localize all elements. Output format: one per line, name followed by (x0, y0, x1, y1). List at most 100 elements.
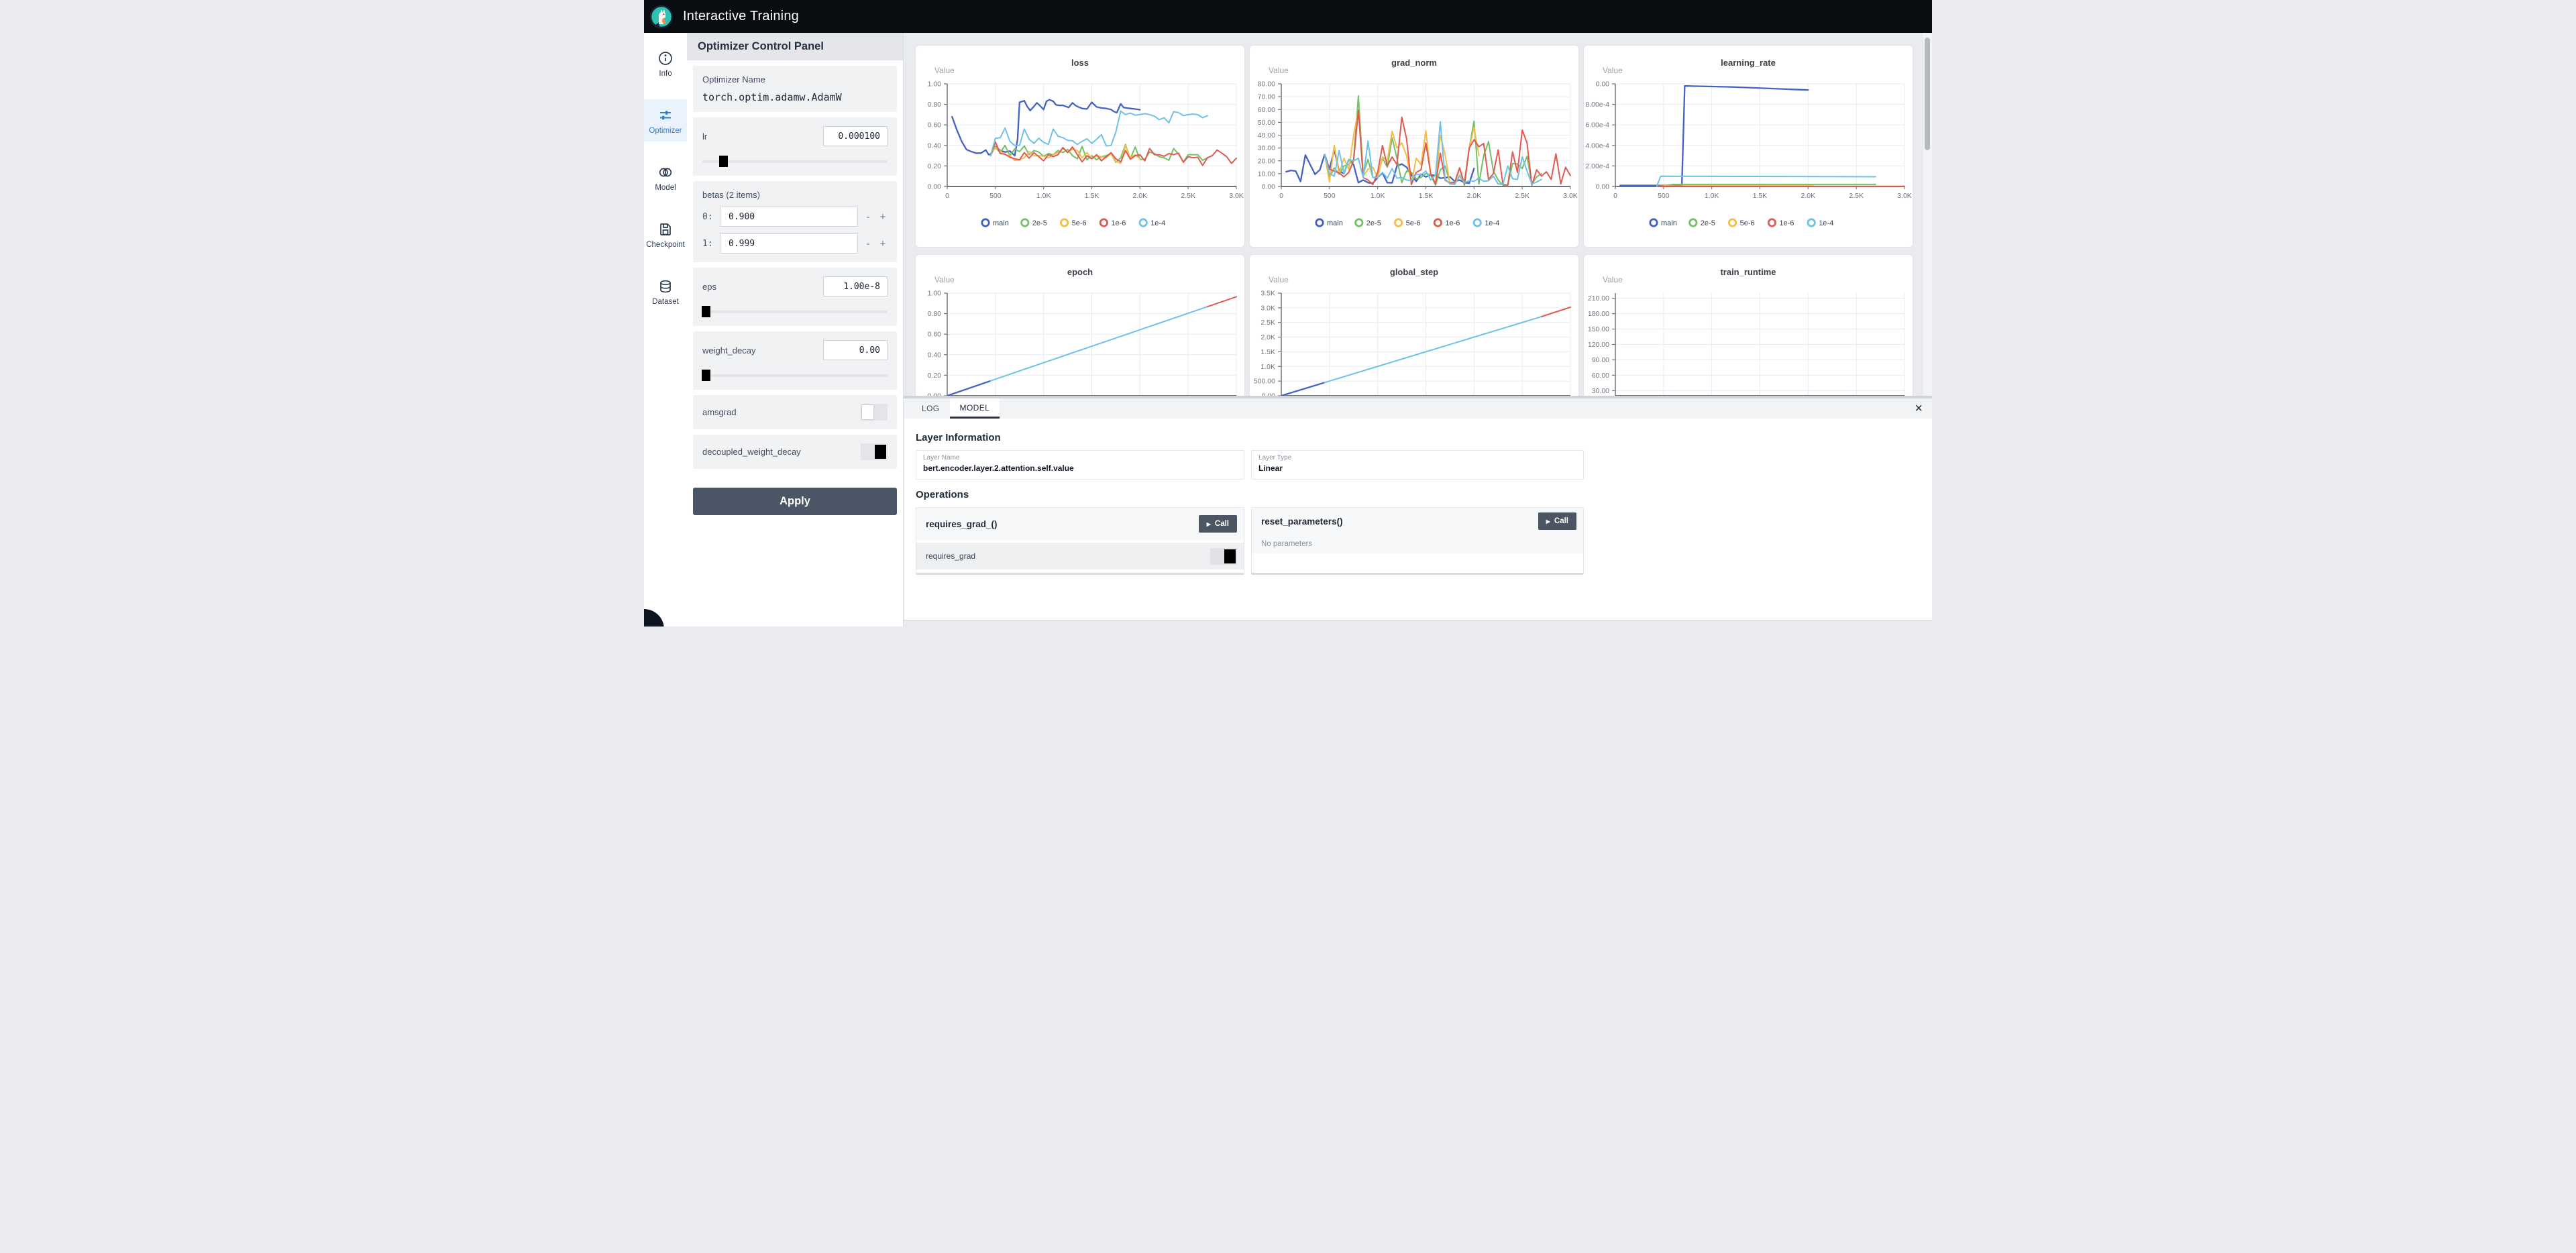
legend-item-main[interactable]: main (981, 218, 1009, 227)
sidebar-item-optimizer[interactable]: Optimizer (644, 99, 687, 142)
optimizer-name-value: torch.optim.adamw.AdamW (702, 91, 842, 103)
svg-text:2.5K: 2.5K (1849, 192, 1864, 200)
beta-1-decrement-button[interactable]: - (863, 238, 873, 250)
svg-text:60.00: 60.00 (1592, 372, 1609, 380)
svg-text:2.0K: 2.0K (1260, 333, 1275, 341)
svg-text:0.00: 0.00 (1596, 183, 1610, 191)
svg-text:1e-6: 1e-6 (1111, 219, 1126, 227)
lr-label: lr (702, 131, 708, 142)
legend-item-main[interactable]: main (1315, 218, 1343, 227)
lr-slider[interactable] (702, 156, 888, 167)
operation-name: reset_parameters() (1261, 516, 1343, 527)
svg-text:8.00e-4: 8.00e-4 (1585, 101, 1609, 109)
beta-1-increment-button[interactable]: + (878, 238, 888, 250)
vertical-scrollbar[interactable] (1922, 33, 1932, 396)
svg-text:50.00: 50.00 (1258, 119, 1275, 127)
decoupled-weight-decay-toggle[interactable] (861, 443, 888, 460)
svg-text:train_runtime: train_runtime (1720, 267, 1776, 277)
slider-thumb[interactable] (702, 306, 711, 317)
weight-decay-slider[interactable] (702, 370, 888, 381)
series-main (947, 380, 991, 396)
slider-thumb[interactable] (718, 156, 728, 167)
optimizer-name-group: Optimizer Name torch.optim.adamw.AdamW (693, 66, 897, 112)
sidebar-item-label: Model (655, 184, 676, 192)
requires-grad-toggle[interactable] (1210, 547, 1237, 565)
nav-rail: Info Optimizer Model Checkpoint Dataset (644, 33, 688, 626)
svg-text:epoch: epoch (1067, 267, 1093, 277)
operation-card-requires-grad: requires_grad_() ▶ Call requires_grad (916, 507, 1244, 575)
sidebar-item-dataset[interactable]: Dataset (644, 270, 687, 313)
svg-text:Value: Value (1269, 66, 1289, 75)
call-button[interactable]: ▶ Call (1538, 512, 1576, 530)
legend-item-1e-6[interactable]: 1e-6 (1099, 218, 1126, 227)
svg-text:70.00: 70.00 (1258, 93, 1275, 101)
decoupled-weight-decay-group: decoupled_weight_decay (693, 435, 897, 469)
legend-item-1e-4[interactable]: 1e-4 (1472, 218, 1499, 227)
amsgrad-toggle[interactable] (861, 404, 888, 421)
layer-type-box: Layer Type Linear (1251, 450, 1584, 480)
svg-text:main: main (1327, 219, 1343, 227)
layer-information-heading: Layer Information (916, 432, 1001, 443)
tab-log[interactable]: LOG (912, 398, 950, 419)
svg-text:500: 500 (989, 192, 1002, 200)
svg-text:1e-6: 1e-6 (1779, 219, 1794, 227)
eps-slider[interactable] (702, 306, 888, 317)
sidebar-item-model[interactable]: Model (644, 156, 687, 199)
legend-item-2e-5[interactable]: 2e-5 (1020, 218, 1047, 227)
llama-logo-icon (649, 5, 674, 28)
chart-row-1: loss Value 1.00 0.80 0.60 0.40 0.20 0.00 0 500 1.0… (915, 45, 1913, 248)
tab-model[interactable]: MODEL (949, 398, 1000, 419)
legend-item-1e-6[interactable]: 1e-6 (1433, 218, 1460, 227)
call-button[interactable]: ▶ Call (1198, 515, 1237, 533)
svg-text:5e-6: 5e-6 (1072, 219, 1087, 227)
svg-text:Value: Value (934, 66, 955, 75)
param-row-requires-grad: requires_grad (916, 543, 1244, 569)
legend-item-5e-6[interactable]: 5e-6 (1060, 218, 1087, 227)
close-icon[interactable]: × (1915, 400, 1923, 417)
legend-item-1e-4[interactable]: 1e-4 (1138, 218, 1165, 227)
save-icon (660, 223, 671, 235)
svg-text:5e-6: 5e-6 (1740, 219, 1755, 227)
sidebar-item-info[interactable]: Info (644, 42, 687, 85)
svg-text:1.5K: 1.5K (1260, 348, 1275, 356)
svg-text:80.00: 80.00 (1258, 80, 1275, 89)
svg-text:210.00: 210.00 (1588, 294, 1609, 303)
param-name: requires_grad (926, 551, 976, 561)
scrollbar-thumb[interactable] (1925, 38, 1930, 150)
svg-text:0.60: 0.60 (928, 121, 942, 129)
lr-input[interactable] (823, 126, 888, 146)
legend-item-5e-6[interactable]: 5e-6 (1394, 218, 1421, 227)
svg-text:500.00: 500.00 (1254, 378, 1275, 386)
sidebar-item-checkpoint[interactable]: Checkpoint (644, 213, 687, 256)
svg-text:3.0K: 3.0K (1260, 304, 1275, 312)
chart-grad_norm: grad_norm Value 80.00 70.00 60.00 50.00 40.00 3… (1258, 58, 1578, 227)
svg-text:3.5K: 3.5K (1260, 290, 1275, 298)
svg-text:500: 500 (1324, 192, 1336, 200)
svg-text:120.00: 120.00 (1588, 341, 1609, 349)
svg-text:3.0K: 3.0K (1229, 192, 1244, 200)
slider-thumb[interactable] (702, 370, 711, 381)
legend-item-1e-4[interactable]: 1e-4 (1807, 218, 1833, 227)
svg-text:90.00: 90.00 (1592, 356, 1609, 364)
legend-item-2e-5[interactable]: 2e-5 (1688, 218, 1715, 227)
svg-text:0.80: 0.80 (928, 310, 942, 318)
layer-name-box: Layer Name bert.encoder.layer.2.attentio… (916, 450, 1244, 480)
svg-text:0.00: 0.00 (928, 183, 942, 191)
info-icon (659, 52, 672, 65)
legend-item-1e-6[interactable]: 1e-6 (1767, 218, 1794, 227)
legend-item-5e-6[interactable]: 5e-6 (1728, 218, 1755, 227)
eps-input[interactable] (823, 276, 888, 296)
legend-item-2e-5[interactable]: 2e-5 (1354, 218, 1381, 227)
svg-text:1e-4: 1e-4 (1819, 219, 1833, 227)
amsgrad-label: amsgrad (702, 407, 737, 417)
beta-1-input[interactable] (720, 233, 858, 254)
series-main (1281, 382, 1326, 396)
beta-0-increment-button[interactable]: + (878, 211, 888, 223)
weight-decay-input[interactable] (823, 340, 888, 360)
svg-text:60.00: 60.00 (1258, 106, 1275, 114)
beta-0-decrement-button[interactable]: - (863, 211, 873, 223)
eps-group: eps (693, 268, 897, 326)
beta-0-input[interactable] (720, 207, 858, 227)
apply-button[interactable]: Apply (693, 488, 897, 515)
legend-item-main[interactable]: main (1649, 218, 1677, 227)
